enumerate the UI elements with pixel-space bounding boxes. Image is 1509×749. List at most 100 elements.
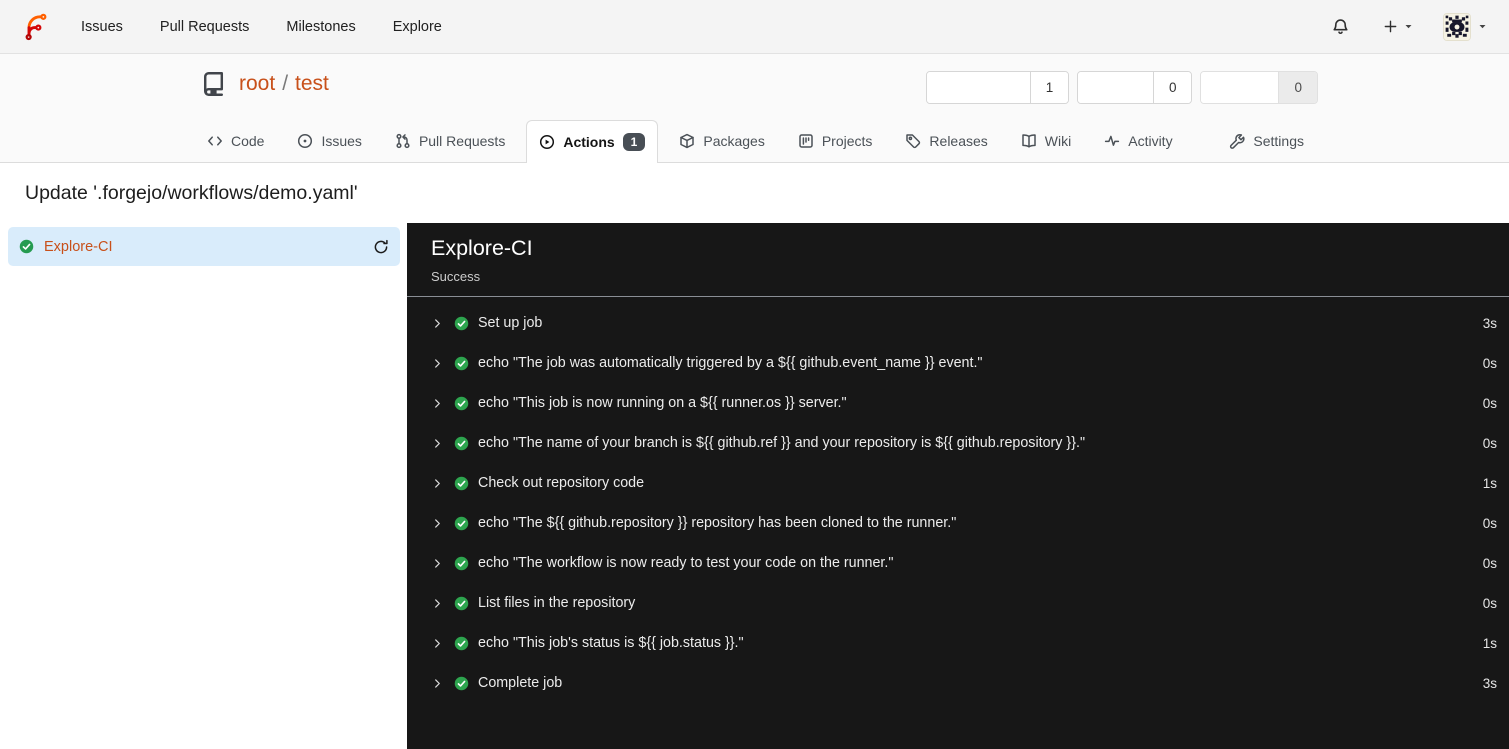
tab-label: Wiki bbox=[1044, 133, 1072, 149]
navbar-item-milestones[interactable]: Milestones bbox=[286, 19, 355, 35]
step-duration: 0s bbox=[1482, 515, 1497, 531]
tab-projects[interactable]: Projects bbox=[786, 120, 885, 162]
step-name: echo "The workflow is now ready to test … bbox=[478, 555, 894, 571]
check-circle-icon bbox=[454, 596, 469, 611]
forgejo-logo-icon[interactable] bbox=[22, 12, 50, 42]
tab-label: Packages bbox=[703, 133, 765, 149]
rerun-job-icon[interactable] bbox=[373, 239, 389, 255]
step-name: echo "This job's status is ${{ job.statu… bbox=[478, 635, 744, 651]
step-duration: 0s bbox=[1482, 355, 1497, 371]
step-row[interactable]: Set up job 3s bbox=[407, 303, 1509, 343]
job-log-panel: Explore-CI Success Set up job 3s echo "The… bbox=[407, 223, 1509, 749]
chevron-right-icon bbox=[431, 677, 444, 690]
chevron-right-icon bbox=[431, 517, 444, 530]
tab-label: Activity bbox=[1128, 133, 1173, 149]
tab-activity[interactable]: Activity bbox=[1092, 120, 1184, 162]
step-row[interactable]: echo "The workflow is now ready to test … bbox=[407, 543, 1509, 583]
step-row[interactable]: echo "The name of your branch is ${{ git… bbox=[407, 423, 1509, 463]
check-circle-icon bbox=[19, 239, 34, 254]
step-row[interactable]: echo "The ${{ github.repository }} repos… bbox=[407, 503, 1509, 543]
tab-code[interactable]: Code bbox=[195, 120, 276, 162]
fork-button[interactable]: Fork bbox=[1201, 72, 1279, 103]
tab-label: Releases bbox=[929, 133, 988, 149]
check-circle-icon bbox=[454, 476, 469, 491]
unwatch-count[interactable]: 1 bbox=[1029, 72, 1069, 103]
step-row[interactable]: Check out repository code 1s bbox=[407, 463, 1509, 503]
check-circle-icon bbox=[454, 356, 469, 371]
tab-label: Actions bbox=[563, 134, 615, 150]
step-row[interactable]: List files in the repository 0s bbox=[407, 583, 1509, 623]
step-name: List files in the repository bbox=[478, 595, 636, 611]
issue-circle-icon bbox=[297, 133, 313, 149]
jobs-sidebar: Explore-CI bbox=[0, 223, 407, 749]
tab-wiki[interactable]: Wiki bbox=[1009, 120, 1083, 162]
job-name: Explore-CI bbox=[44, 238, 113, 255]
step-duration: 0s bbox=[1482, 555, 1497, 571]
run-title-section: Update '.forgejo/workflows/demo.yaml' bbox=[0, 163, 1509, 223]
create-new-button[interactable] bbox=[1383, 19, 1413, 34]
step-row[interactable]: echo "This job's status is ${{ job.statu… bbox=[407, 623, 1509, 663]
step-row[interactable]: echo "The job was automatically triggere… bbox=[407, 343, 1509, 383]
navbar-item-issues[interactable]: Issues bbox=[81, 19, 123, 35]
tab-settings[interactable]: Settings bbox=[1217, 120, 1316, 162]
tag-icon bbox=[905, 133, 921, 149]
code-icon bbox=[207, 133, 223, 149]
unwatch-button-group: Unwatch1 bbox=[926, 71, 1070, 104]
unwatch-button[interactable]: Unwatch bbox=[927, 72, 1030, 103]
tab-actions[interactable]: Actions 1 bbox=[526, 120, 659, 163]
repo-title-separator: / bbox=[282, 72, 289, 95]
tab-label: Projects bbox=[821, 133, 873, 149]
navbar-menu: Issues Pull Requests Milestones Explore bbox=[81, 19, 479, 35]
check-circle-icon bbox=[454, 676, 469, 691]
step-row[interactable]: echo "This job is now running on a ${{ r… bbox=[407, 383, 1509, 423]
page-title: Update '.forgejo/workflows/demo.yaml' bbox=[25, 182, 358, 204]
star-count[interactable]: 0 bbox=[1152, 72, 1192, 103]
chevron-right-icon bbox=[431, 637, 444, 650]
step-name: echo "This job is now running on a ${{ r… bbox=[478, 395, 847, 411]
repo-action-buttons: Unwatch1Star0Fork0 bbox=[926, 71, 1318, 104]
repo-name-link[interactable]: test bbox=[295, 72, 329, 96]
star-button[interactable]: Star bbox=[1078, 72, 1153, 103]
tab-releases[interactable]: Releases bbox=[893, 120, 999, 162]
tab-pull-requests[interactable]: Pull Requests bbox=[383, 120, 517, 162]
chevron-right-icon bbox=[431, 477, 444, 490]
tab-label: Issues bbox=[321, 133, 362, 149]
check-circle-icon bbox=[454, 636, 469, 651]
step-duration: 3s bbox=[1482, 675, 1497, 691]
check-circle-icon bbox=[454, 436, 469, 451]
tab-count-badge: 1 bbox=[622, 132, 646, 152]
chevron-right-icon bbox=[431, 597, 444, 610]
steps-list: Set up job 3s echo "The job was automatica… bbox=[407, 297, 1509, 703]
bell-icon bbox=[1332, 18, 1349, 35]
tab-issues[interactable]: Issues bbox=[285, 120, 373, 162]
chevron-right-icon bbox=[431, 557, 444, 570]
chevron-right-icon bbox=[431, 397, 444, 410]
check-circle-icon bbox=[454, 516, 469, 531]
repo-title: root / test bbox=[239, 72, 329, 96]
project-icon bbox=[798, 133, 814, 149]
repo-tabs: Code Issues Pull Requests Actions 1 Packages P… bbox=[195, 120, 1318, 163]
step-row[interactable]: Complete job 3s bbox=[407, 663, 1509, 703]
navbar-item-explore[interactable]: Explore bbox=[393, 19, 442, 35]
step-name: echo "The job was automatically triggere… bbox=[478, 355, 983, 371]
step-duration: 0s bbox=[1482, 595, 1497, 611]
user-menu-button[interactable] bbox=[1443, 12, 1487, 41]
chevron-right-icon bbox=[431, 437, 444, 450]
tab-label: Pull Requests bbox=[418, 133, 506, 149]
tab-packages[interactable]: Packages bbox=[667, 120, 776, 162]
pulse-icon bbox=[1104, 133, 1120, 149]
fork-count[interactable]: 0 bbox=[1278, 72, 1317, 103]
repo-owner-link[interactable]: root bbox=[239, 72, 275, 96]
tab-label: Code bbox=[231, 133, 265, 149]
notifications-button[interactable] bbox=[1332, 18, 1349, 35]
job-item-explore-ci[interactable]: Explore-CI bbox=[8, 227, 400, 266]
navbar-item-pull-requests[interactable]: Pull Requests bbox=[160, 19, 249, 35]
step-name: echo "The name of your branch is ${{ git… bbox=[478, 435, 1086, 451]
step-name: Check out repository code bbox=[478, 475, 645, 491]
navbar-right bbox=[1332, 12, 1487, 41]
check-circle-icon bbox=[454, 316, 469, 331]
check-circle-icon bbox=[454, 556, 469, 571]
job-panel-header: Explore-CI Success bbox=[407, 223, 1509, 297]
git-pull-request-icon bbox=[395, 133, 411, 149]
play-circle-icon bbox=[539, 134, 555, 150]
